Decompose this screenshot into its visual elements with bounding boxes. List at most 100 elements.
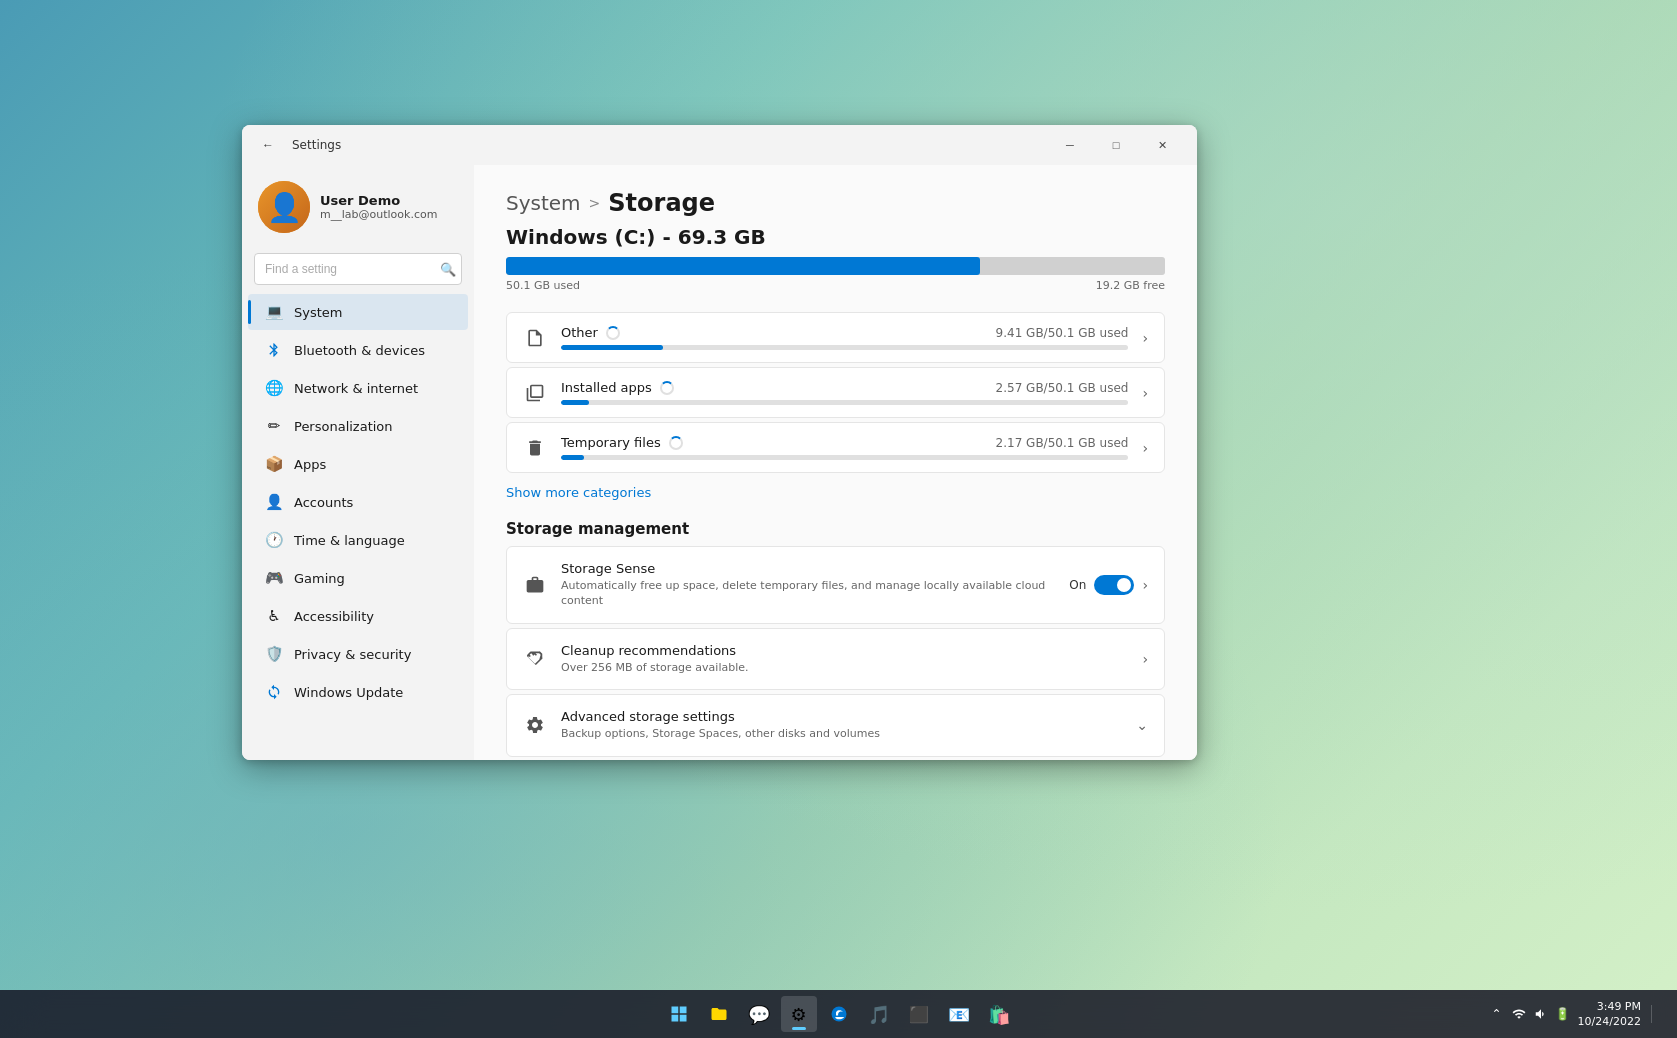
sidebar-item-apps[interactable]: 📦 Apps (248, 446, 468, 482)
sidebar: User Demo m__lab@outlook.com 🔍 💻 System … (242, 165, 474, 760)
taskbar-explorer[interactable] (701, 996, 737, 1032)
storage-sense-desc: Automatically free up space, delete temp… (561, 578, 1055, 609)
settings-body: User Demo m__lab@outlook.com 🔍 💻 System … (242, 165, 1197, 760)
sidebar-item-accounts[interactable]: 👤 Accounts (248, 484, 468, 520)
used-label: 50.1 GB used (506, 279, 580, 292)
other-name: Other (561, 325, 598, 340)
taskbar-chat[interactable]: 💬 (741, 996, 777, 1032)
sidebar-item-time[interactable]: 🕐 Time & language (248, 522, 468, 558)
sidebar-item-label-gaming: Gaming (294, 571, 345, 586)
temp-files-icon (523, 436, 547, 460)
user-name: User Demo (320, 193, 458, 208)
taskbar-right: ⌃ 🔋 3:49 PM 10/24/2022 ​ (1488, 999, 1669, 1030)
maximize-button[interactable]: □ (1093, 129, 1139, 161)
user-profile[interactable]: User Demo m__lab@outlook.com (242, 173, 474, 249)
sidebar-item-label-network: Network & internet (294, 381, 418, 396)
system-icon: 💻 (264, 302, 284, 322)
privacy-icon: 🛡️ (264, 644, 284, 664)
installed-apps-name-row: Installed apps (561, 380, 674, 395)
tray-network[interactable] (1510, 1005, 1528, 1023)
show-desktop[interactable]: ​ (1651, 1005, 1669, 1023)
sidebar-item-update[interactable]: Windows Update (248, 674, 468, 710)
user-info: User Demo m__lab@outlook.com (320, 193, 458, 221)
title-bar-controls: ← Settings (254, 131, 341, 159)
temp-files-spinner (669, 436, 683, 450)
temp-files-top: Temporary files 2.17 GB/50.1 GB used (561, 435, 1128, 450)
cleanup-right: › (1142, 651, 1148, 667)
minimize-button[interactable]: ─ (1047, 129, 1093, 161)
breadcrumb-parent[interactable]: System (506, 191, 581, 215)
accounts-icon: 👤 (264, 492, 284, 512)
sidebar-item-system[interactable]: 💻 System (248, 294, 468, 330)
tray-arrow[interactable]: ⌃ (1488, 1005, 1506, 1023)
bluetooth-icon (264, 340, 284, 360)
sidebar-item-label-accessibility: Accessibility (294, 609, 374, 624)
tray-volume[interactable] (1532, 1005, 1550, 1023)
other-size: 9.41 GB/50.1 GB used (996, 326, 1129, 340)
advanced-body: Advanced storage settings Backup options… (561, 709, 1122, 741)
taskbar-time[interactable]: 3:49 PM 10/24/2022 (1578, 999, 1641, 1030)
category-installed-apps[interactable]: Installed apps 2.57 GB/50.1 GB used › (506, 367, 1165, 418)
temp-files-bar-fill (561, 455, 584, 460)
main-content: System > Storage Windows (C:) - 69.3 GB … (474, 165, 1197, 760)
mgmt-cleanup[interactable]: Cleanup recommendations Over 256 MB of s… (506, 628, 1165, 690)
advanced-desc: Backup options, Storage Spaces, other di… (561, 726, 1122, 741)
cleanup-desc: Over 256 MB of storage available. (561, 660, 1128, 675)
back-button[interactable]: ← (254, 131, 282, 159)
category-temp-files[interactable]: Temporary files 2.17 GB/50.1 GB used › (506, 422, 1165, 473)
taskbar-store[interactable]: 🛍️ (981, 996, 1017, 1032)
show-more-categories[interactable]: Show more categories (506, 485, 651, 500)
taskbar-edge[interactable] (821, 996, 857, 1032)
storage-sense-body: Storage Sense Automatically free up spac… (561, 561, 1055, 609)
taskbar-start[interactable] (661, 996, 697, 1032)
window-controls: ─ □ ✕ (1047, 129, 1185, 161)
installed-apps-size: 2.57 GB/50.1 GB used (996, 381, 1129, 395)
search-button[interactable]: 🔍 (440, 262, 456, 277)
main-storage-bar-fill (506, 257, 980, 275)
sidebar-item-accessibility[interactable]: ♿ Accessibility (248, 598, 468, 634)
taskbar-mail[interactable]: 📧 (941, 996, 977, 1032)
close-button[interactable]: ✕ (1139, 129, 1185, 161)
search-input[interactable] (254, 253, 462, 285)
storage-sense-toggle[interactable] (1094, 575, 1134, 595)
tray-battery[interactable]: 🔋 (1554, 1005, 1572, 1023)
taskbar-center: 💬 ⚙️ 🎵 ⬛ 📧 🛍️ (661, 996, 1017, 1032)
installed-apps-top: Installed apps 2.57 GB/50.1 GB used (561, 380, 1128, 395)
sidebar-item-network[interactable]: 🌐 Network & internet (248, 370, 468, 406)
sidebar-item-label-personalization: Personalization (294, 419, 393, 434)
cleanup-chevron: › (1142, 651, 1148, 667)
sidebar-item-personalization[interactable]: ✏️ Personalization (248, 408, 468, 444)
network-icon: 🌐 (264, 378, 284, 398)
mgmt-advanced[interactable]: Advanced storage settings Backup options… (506, 694, 1165, 756)
other-icon (523, 326, 547, 350)
taskbar-terminal[interactable]: ⬛ (901, 996, 937, 1032)
apps-icon: 📦 (264, 454, 284, 474)
gaming-icon: 🎮 (264, 568, 284, 588)
other-name-row: Other (561, 325, 620, 340)
category-other[interactable]: Other 9.41 GB/50.1 GB used › (506, 312, 1165, 363)
drive-title: Windows (C:) - 69.3 GB (506, 225, 1165, 249)
other-body: Other 9.41 GB/50.1 GB used (561, 325, 1128, 350)
storage-sense-name: Storage Sense (561, 561, 1055, 576)
avatar-image (258, 181, 310, 233)
svg-rect-2 (671, 1015, 678, 1022)
mgmt-storage-sense[interactable]: Storage Sense Automatically free up spac… (506, 546, 1165, 624)
breadcrumb-separator: > (589, 195, 601, 211)
other-chevron: › (1142, 330, 1148, 346)
storage-management-title: Storage management (506, 520, 1165, 538)
installed-apps-name: Installed apps (561, 380, 652, 395)
sidebar-item-bluetooth[interactable]: Bluetooth & devices (248, 332, 468, 368)
other-bar-fill (561, 345, 663, 350)
other-bar (561, 345, 1128, 350)
temp-files-body: Temporary files 2.17 GB/50.1 GB used (561, 435, 1128, 460)
taskbar-media[interactable]: 🎵 (861, 996, 897, 1032)
taskbar-settings[interactable]: ⚙️ (781, 996, 817, 1032)
user-email: m__lab@outlook.com (320, 208, 458, 221)
sidebar-item-label-system: System (294, 305, 342, 320)
installed-apps-spinner (660, 381, 674, 395)
sidebar-item-privacy[interactable]: 🛡️ Privacy & security (248, 636, 468, 672)
storage-sense-right: On › (1069, 575, 1148, 595)
sidebar-item-label-apps: Apps (294, 457, 326, 472)
personalization-icon: ✏️ (264, 416, 284, 436)
sidebar-item-gaming[interactable]: 🎮 Gaming (248, 560, 468, 596)
